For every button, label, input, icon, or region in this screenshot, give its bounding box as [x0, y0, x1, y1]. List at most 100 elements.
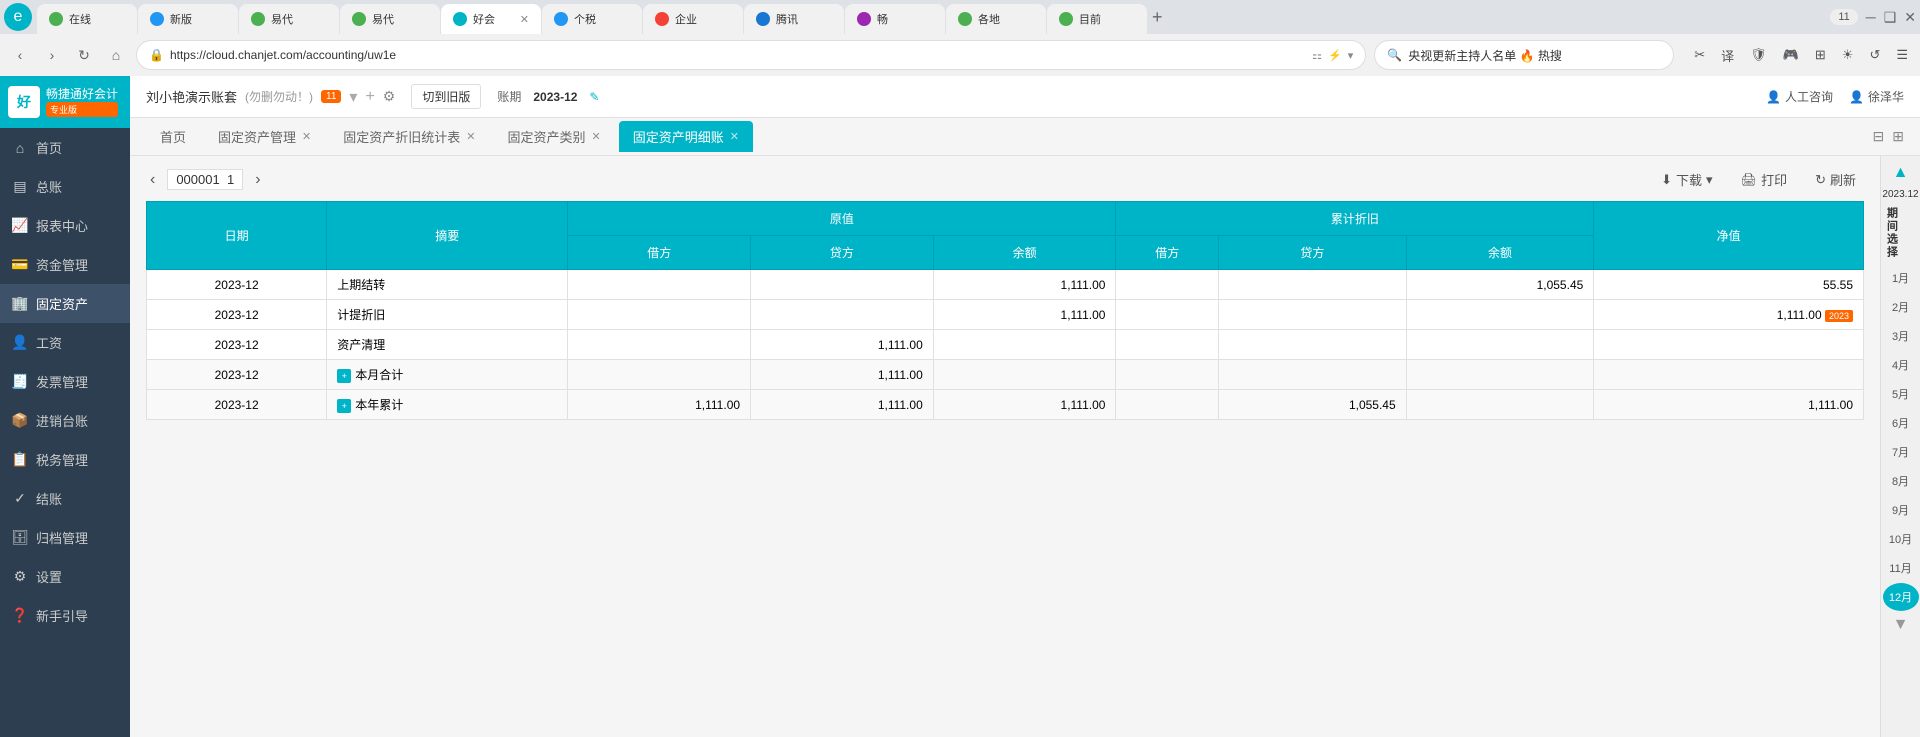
edit-period-icon[interactable]: ✎: [589, 90, 599, 104]
scissors-icon[interactable]: ✂: [1690, 43, 1709, 67]
browser-tab-t5[interactable]: 好会 ✕: [441, 4, 541, 34]
restore-button[interactable]: ❑: [1884, 9, 1897, 26]
inventory-icon: 📦: [12, 413, 28, 429]
reload-button[interactable]: ↻: [72, 43, 96, 67]
guide-icon: ❓: [12, 608, 28, 624]
search-text: 央视更新主持人名单 🔥 热搜: [1408, 47, 1562, 64]
close-button[interactable]: ✕: [1904, 9, 1916, 26]
browser-tab-t3[interactable]: 易代: [239, 4, 339, 34]
search-box[interactable]: 🔍 央视更新主持人名单 🔥 热搜: [1374, 40, 1674, 70]
tab-collapse-icon[interactable]: ⊟: [1873, 128, 1885, 145]
settlement-icon: ✓: [12, 491, 28, 507]
sidebar-item-guide-label: 新手引导: [36, 606, 88, 625]
print-button[interactable]: 🖨 打印: [1733, 166, 1796, 193]
tab-expand-icon[interactable]: ⊞: [1892, 128, 1904, 145]
page-tab-asset-detail[interactable]: 固定资产明细账 ✕: [619, 121, 753, 152]
period-month-4[interactable]: 4月: [1883, 351, 1919, 379]
payroll-icon: 👤: [12, 335, 28, 351]
period-month-6[interactable]: 6月: [1883, 409, 1919, 437]
page-tab-fixed-asset-mgmt-label: 固定资产管理: [218, 127, 296, 146]
period-month-9[interactable]: 9月: [1883, 496, 1919, 524]
browser-tab-t11[interactable]: 目前: [1047, 4, 1147, 34]
period-month-5[interactable]: 5月: [1883, 380, 1919, 408]
cell-summary: +本月合计: [327, 360, 568, 390]
period-month-2[interactable]: 2月: [1883, 293, 1919, 321]
browser-tab-t6[interactable]: 个税: [542, 4, 642, 34]
add-account-button[interactable]: +: [365, 88, 374, 106]
service-button[interactable]: 👤 人工咨询: [1766, 88, 1833, 105]
col-accum-balance: 余额: [1406, 236, 1594, 270]
sidebar-item-inventory-label: 进销台账: [36, 411, 88, 430]
browser-tab-t2[interactable]: 新版: [138, 4, 238, 34]
forward-button[interactable]: ›: [40, 43, 64, 67]
sidebar-item-payroll[interactable]: 👤 工资: [0, 323, 130, 362]
sidebar-item-invoices[interactable]: 🧾 发票管理: [0, 362, 130, 401]
shield-icon[interactable]: 🛡: [1746, 43, 1771, 67]
period-scroll-down[interactable]: ▼: [1893, 616, 1909, 634]
minimize-button[interactable]: ─: [1866, 9, 1876, 25]
sidebar-item-general-ledger[interactable]: ▤ 总账: [0, 167, 130, 206]
browser-tab-t10[interactable]: 各地: [946, 4, 1046, 34]
tab-label-t4: 易代: [372, 11, 394, 27]
sidebar-item-funds[interactable]: 💳 资金管理: [0, 245, 130, 284]
user-profile-button[interactable]: 👤 徐泽华: [1849, 88, 1904, 105]
period-month-7[interactable]: 7月: [1883, 438, 1919, 466]
browser-tab-t7[interactable]: 企业: [643, 4, 743, 34]
browser-tab-t8[interactable]: 腾讯: [744, 4, 844, 34]
period-month-10[interactable]: 10月: [1883, 525, 1919, 553]
game-icon[interactable]: 🎮: [1779, 43, 1803, 67]
next-page-button[interactable]: ›: [251, 171, 264, 189]
service-label: 人工咨询: [1785, 88, 1833, 105]
sidebar-item-fixed-assets[interactable]: 🏢 固定资产: [0, 284, 130, 323]
sidebar-item-inventory[interactable]: 📦 进销台账: [0, 401, 130, 440]
col-summary: 摘要: [327, 202, 568, 270]
home-button[interactable]: ⌂: [104, 43, 128, 67]
tab-favicon-t5: [453, 12, 467, 26]
page-tab-close-asset-category[interactable]: ✕: [592, 130, 601, 143]
period-year-label: 2023.12: [1880, 186, 1920, 203]
brightness-icon[interactable]: ☀: [1838, 43, 1858, 67]
period-month-11[interactable]: 11月: [1883, 554, 1919, 582]
menu-icon[interactable]: ☰: [1892, 43, 1912, 67]
page-tab-fixed-asset-mgmt[interactable]: 固定资产管理 ✕: [204, 121, 325, 152]
settings-small-icon[interactable]: ⚙: [383, 88, 396, 105]
history-icon[interactable]: ↺: [1865, 43, 1884, 67]
sidebar-item-settings[interactable]: ⚙ 设置: [0, 557, 130, 596]
period-month-12[interactable]: 12月: [1883, 583, 1919, 611]
browser-tab-t9[interactable]: 畅: [845, 4, 945, 34]
page-tab-home[interactable]: 首页: [146, 121, 200, 152]
sidebar-item-guide[interactable]: ❓ 新手引导: [0, 596, 130, 635]
account-dropdown-arrow[interactable]: ▾: [349, 87, 357, 107]
switch-version-button[interactable]: 切到旧版: [411, 84, 481, 109]
page-tab-depreciation-stats-label: 固定资产折旧统计表: [343, 127, 460, 146]
new-tab-button[interactable]: +: [1152, 7, 1163, 28]
sidebar-item-reports[interactable]: 📈 报表中心: [0, 206, 130, 245]
cell-net-value: 55.55: [1594, 270, 1864, 300]
period-month-8[interactable]: 8月: [1883, 467, 1919, 495]
browser-tab-t4[interactable]: 易代: [340, 4, 440, 34]
grid-icon[interactable]: ⊞: [1811, 43, 1830, 67]
translate-icon[interactable]: 译: [1717, 42, 1738, 69]
sidebar-item-home[interactable]: ⌂ 首页: [0, 128, 130, 167]
col-accum-debit: 借方: [1116, 236, 1219, 270]
cell-accum-debit: [1116, 270, 1219, 300]
page-tab-close-fixed-asset-mgmt[interactable]: ✕: [302, 130, 311, 143]
browser-tab-t1[interactable]: 在线: [37, 4, 137, 34]
back-button[interactable]: ‹: [8, 43, 32, 67]
prev-page-button[interactable]: ‹: [146, 171, 159, 189]
refresh-button[interactable]: ↻ 刷新: [1807, 166, 1864, 193]
tab-close-t5[interactable]: ✕: [520, 13, 529, 26]
period-month-1[interactable]: 1月: [1883, 264, 1919, 292]
sidebar-item-tax[interactable]: 📋 税务管理: [0, 440, 130, 479]
sidebar-item-reports-label: 报表中心: [36, 216, 88, 235]
address-box[interactable]: 🔒 https://cloud.chanjet.com/accounting/u…: [136, 40, 1366, 70]
period-month-3[interactable]: 3月: [1883, 322, 1919, 350]
sidebar-item-settlement[interactable]: ✓ 结账: [0, 479, 130, 518]
period-scroll-up[interactable]: ▲: [1893, 164, 1909, 182]
page-tab-close-depreciation-stats[interactable]: ✕: [466, 130, 475, 143]
page-tab-depreciation-stats[interactable]: 固定资产折旧统计表 ✕: [329, 121, 489, 152]
sidebar-item-archive[interactable]: 🗄 归档管理: [0, 518, 130, 557]
page-tab-close-asset-detail[interactable]: ✕: [730, 130, 739, 143]
download-button[interactable]: ⬇ 下载 ▾: [1653, 166, 1720, 193]
page-tab-asset-category[interactable]: 固定资产类别 ✕: [493, 121, 614, 152]
